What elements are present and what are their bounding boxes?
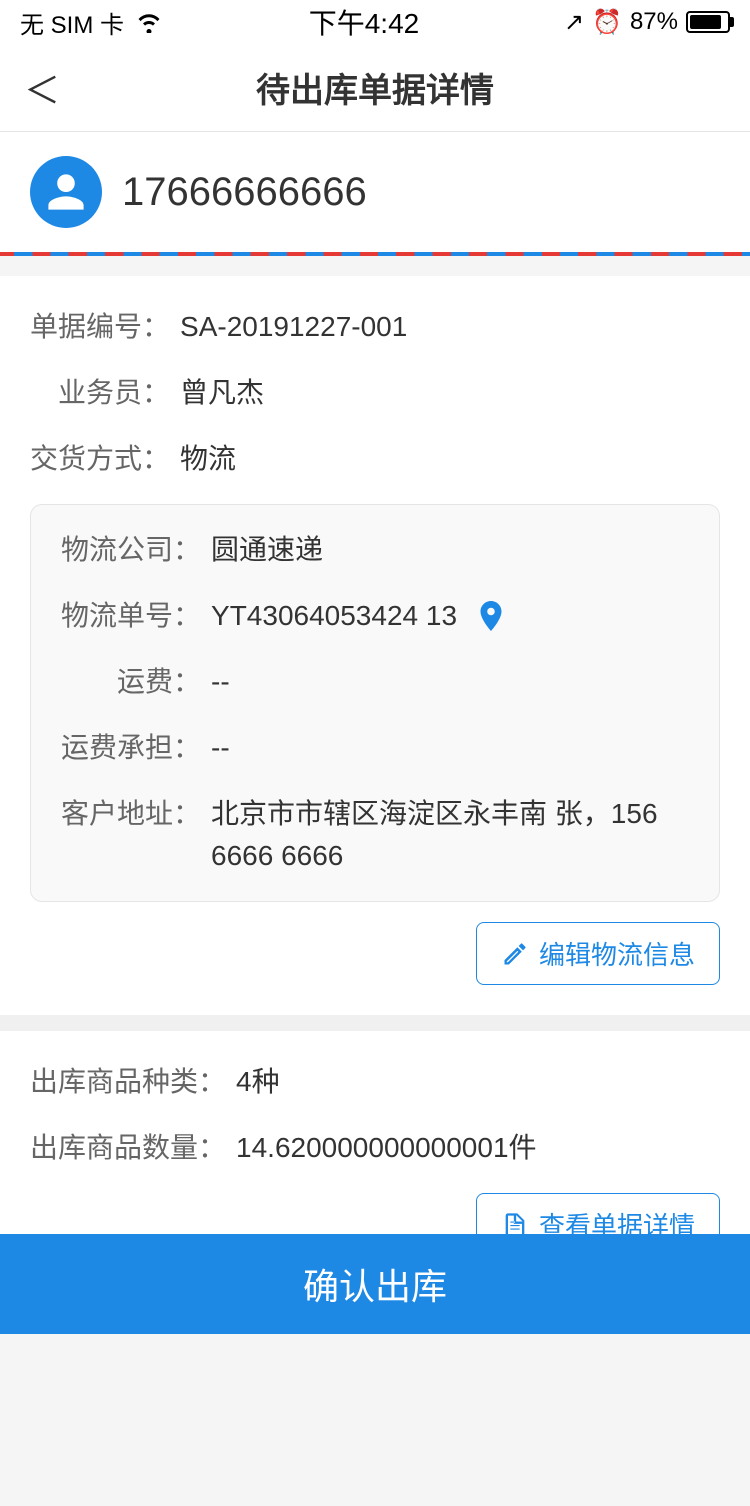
freight-value: -- (211, 661, 689, 703)
goods-quantity-label: 出库商品数量： (30, 1127, 236, 1169)
document-number-label: 单据编号： (30, 306, 180, 348)
logistics-company-value: 圆通速递 (211, 529, 689, 571)
alarm-icon: ⏰ (592, 8, 622, 37)
avatar (30, 156, 102, 228)
confirm-button[interactable]: 确认出库 (303, 1258, 447, 1310)
edit-logistics-button[interactable]: 编辑物流信息 (476, 922, 720, 985)
edit-icon (501, 940, 529, 968)
logistics-tracking-row: 物流单号： YT43064053424 13 (61, 595, 689, 637)
carrier-text: 无 SIM 卡 (20, 5, 124, 40)
status-right: ↗ ⏰ 87% (564, 8, 730, 37)
goods-type-row: 出库商品种类： 4种 (30, 1061, 720, 1103)
customer-phone: 17666666666 (122, 170, 367, 215)
logistics-tracking-label: 物流单号： (61, 595, 211, 637)
battery-percent: 87% (630, 8, 678, 36)
status-left: 无 SIM 卡 (20, 5, 164, 40)
address-row: 客户地址： 北京市市辖区海淀区永丰南 张，156 6666 6666 (61, 793, 689, 877)
section-divider (0, 1015, 750, 1031)
document-number-value: SA-20191227-001 (180, 306, 720, 348)
goods-quantity-row: 出库商品数量： 14.620000000000001件 (30, 1127, 720, 1169)
confirm-button-wrap: 确认出库 (0, 1234, 750, 1334)
edit-logistics-button-wrap: 编辑物流信息 (30, 922, 720, 985)
status-time: 下午4:42 (309, 2, 420, 42)
freight-bear-row: 运费承担： -- (61, 727, 689, 769)
logistics-company-row: 物流公司： 圆通速递 (61, 529, 689, 571)
page-title: 待出库单据详情 (256, 63, 494, 112)
address-label: 客户地址： (61, 793, 211, 835)
logistics-tracking-value: YT43064053424 13 (211, 595, 457, 637)
back-button[interactable]: ＜ (24, 62, 60, 114)
freight-label: 运费： (61, 661, 211, 703)
customer-header: 17666666666 (0, 132, 750, 256)
agent-row: 业务员： 曾凡杰 (30, 372, 720, 414)
delivery-value: 物流 (180, 438, 720, 480)
battery-icon (686, 11, 730, 33)
freight-row: 运费： -- (61, 661, 689, 703)
edit-logistics-label: 编辑物流信息 (539, 935, 695, 972)
logistics-card: 物流公司： 圆通速递 物流单号： YT43064053424 13 运费： --… (30, 504, 720, 902)
freight-bear-label: 运费承担： (61, 727, 211, 769)
document-number-row: 单据编号： SA-20191227-001 (30, 306, 720, 348)
tracking-location-icon[interactable] (473, 598, 509, 634)
agent-label: 业务员： (30, 372, 180, 414)
document-info-section: 单据编号： SA-20191227-001 业务员： 曾凡杰 交货方式： 物流 … (0, 276, 750, 1015)
tracking-row: YT43064053424 13 (211, 595, 509, 637)
goods-quantity-value: 14.620000000000001件 (236, 1127, 720, 1169)
agent-value: 曾凡杰 (180, 372, 720, 414)
delivery-label: 交货方式： (30, 438, 180, 480)
goods-type-label: 出库商品种类： (30, 1061, 236, 1103)
person-icon (44, 170, 88, 214)
freight-bear-value: -- (211, 727, 689, 769)
nav-bar: ＜ 待出库单据详情 (0, 44, 750, 132)
status-bar: 无 SIM 卡 下午4:42 ↗ ⏰ 87% (0, 0, 750, 44)
address-value: 北京市市辖区海淀区永丰南 张，156 6666 6666 (211, 793, 689, 877)
location-icon: ↗ (564, 8, 584, 37)
delivery-row: 交货方式： 物流 (30, 438, 720, 480)
goods-type-value: 4种 (236, 1061, 720, 1103)
wifi-icon (134, 11, 164, 33)
logistics-company-label: 物流公司： (61, 529, 211, 571)
